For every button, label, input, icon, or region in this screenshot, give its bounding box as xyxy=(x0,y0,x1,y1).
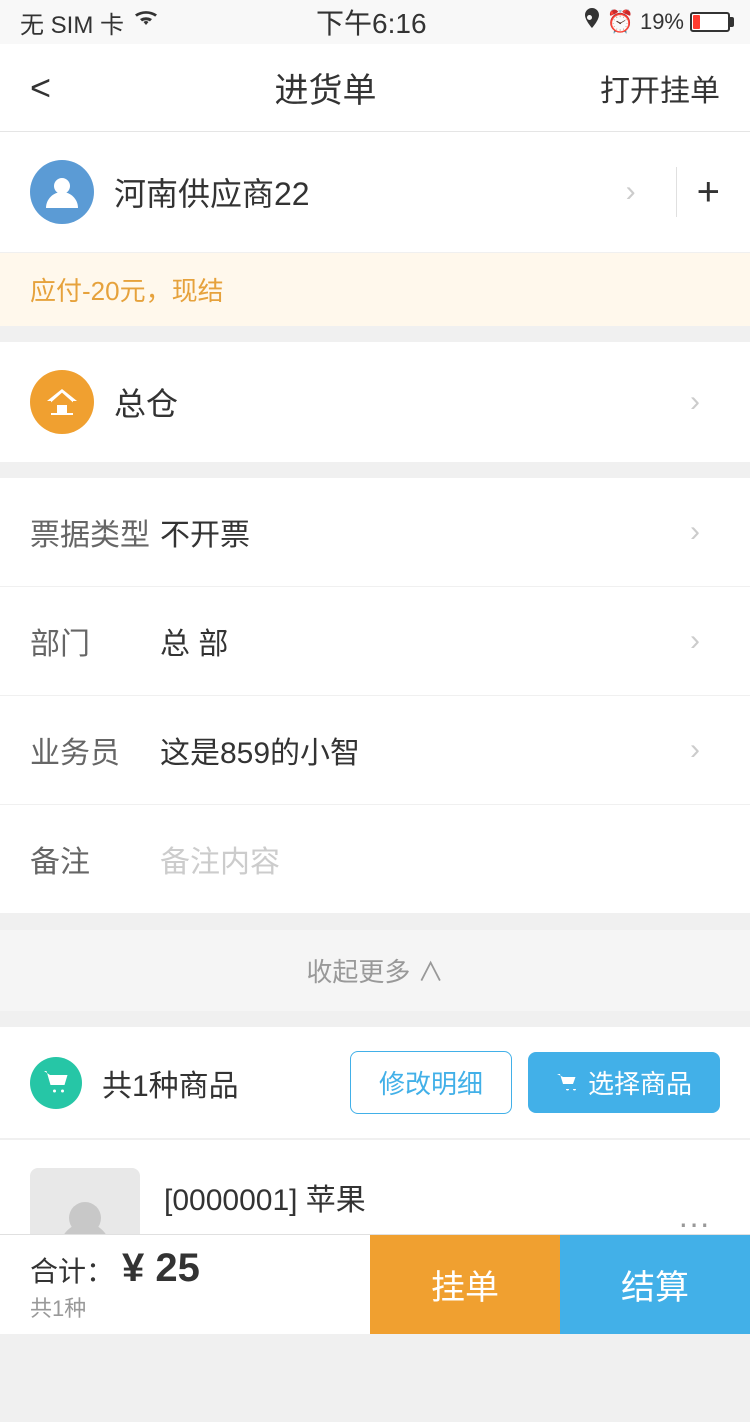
warehouse-section: 总仓 › xyxy=(0,342,750,462)
page-title: 进货单 xyxy=(275,63,377,112)
select-product-label: 选择商品 xyxy=(588,1064,692,1101)
wifi-icon xyxy=(132,8,160,36)
warehouse-name: 总仓 xyxy=(114,379,690,425)
warehouse-chevron-icon: › xyxy=(690,385,700,419)
supplier-row[interactable]: 河南供应商22 › + xyxy=(0,132,750,253)
total-label: 合计： xyxy=(30,1250,114,1290)
status-time: 下午6:16 xyxy=(316,2,427,42)
remark-input[interactable]: 备注内容 xyxy=(160,837,720,881)
status-right: ⏰ 19% xyxy=(583,8,730,36)
checkout-button[interactable]: 结算 xyxy=(560,1235,750,1334)
products-icon xyxy=(30,1057,82,1109)
pending-button[interactable]: 挂单 xyxy=(370,1235,560,1334)
supplier-notice: 应付-20元，现结 xyxy=(0,253,750,326)
carrier-text: 无 SIM 卡 xyxy=(20,5,124,40)
dept-chevron-icon: › xyxy=(690,624,700,658)
invoice-value: 不开票 xyxy=(160,510,690,554)
alarm-icon: ⏰ xyxy=(607,9,634,35)
total-area: 合计： ¥ 25 共1种 xyxy=(0,1235,370,1334)
bottom-bar: 合计： ¥ 25 共1种 挂单 结算 xyxy=(0,1234,750,1334)
divider xyxy=(676,167,677,217)
collapse-label: 收起更多 ∧ xyxy=(306,952,443,989)
cart-icon xyxy=(41,1068,71,1098)
dept-row[interactable]: 部门 总 部 › xyxy=(0,587,750,696)
products-header: 共1种商品 修改明细 选择商品 xyxy=(0,1027,750,1139)
edit-detail-button[interactable]: 修改明细 xyxy=(350,1051,512,1114)
invoice-chevron-icon: › xyxy=(690,515,700,549)
nav-bar: < 进货单 打开挂单 xyxy=(0,44,750,132)
product-name: [0000001] 苹果 xyxy=(164,1175,668,1219)
battery-text: 19% xyxy=(640,9,684,35)
location-icon xyxy=(583,8,601,36)
product-code: [0000001] 苹果 xyxy=(164,1184,366,1217)
dept-label: 部门 xyxy=(30,619,160,663)
add-supplier-button[interactable]: + xyxy=(697,172,720,212)
sales-row[interactable]: 业务员 这是859的小智 › xyxy=(0,696,750,805)
sales-label: 业务员 xyxy=(30,728,160,772)
supplier-section: 河南供应商22 › + 应付-20元，现结 xyxy=(0,132,750,326)
total-count: 共1种 xyxy=(30,1291,340,1323)
remark-row[interactable]: 备注 备注内容 xyxy=(0,805,750,914)
dept-value: 总 部 xyxy=(160,619,690,663)
open-pending-button[interactable]: 打开挂单 xyxy=(600,66,720,110)
battery-icon xyxy=(690,12,730,32)
invoice-label: 票据类型 xyxy=(30,510,160,554)
total-amount: ¥ 25 xyxy=(122,1246,200,1291)
collapse-button[interactable]: 收起更多 ∧ xyxy=(0,930,750,1011)
status-bar: 无 SIM 卡 下午6:16 ⏰ 19% xyxy=(0,0,750,44)
supplier-name: 河南供应商22 xyxy=(114,169,626,215)
supplier-avatar xyxy=(30,160,94,224)
select-product-button[interactable]: 选择商品 xyxy=(528,1052,720,1113)
home-icon xyxy=(45,385,79,419)
remark-label: 备注 xyxy=(30,837,160,881)
person-icon xyxy=(44,174,80,210)
back-button[interactable]: < xyxy=(30,67,51,109)
supplier-chevron-icon: › xyxy=(626,175,636,209)
sales-value: 这是859的小智 xyxy=(160,728,690,772)
products-count: 共1种商品 xyxy=(102,1061,350,1105)
invoice-row[interactable]: 票据类型 不开票 › xyxy=(0,478,750,587)
form-section: 票据类型 不开票 › 部门 总 部 › 业务员 这是859的小智 › 备注 备注… xyxy=(0,478,750,914)
cart-add-icon xyxy=(556,1073,580,1093)
status-left: 无 SIM 卡 xyxy=(20,5,160,40)
warehouse-icon xyxy=(30,370,94,434)
warehouse-row[interactable]: 总仓 › xyxy=(0,342,750,462)
sales-chevron-icon: › xyxy=(690,733,700,767)
